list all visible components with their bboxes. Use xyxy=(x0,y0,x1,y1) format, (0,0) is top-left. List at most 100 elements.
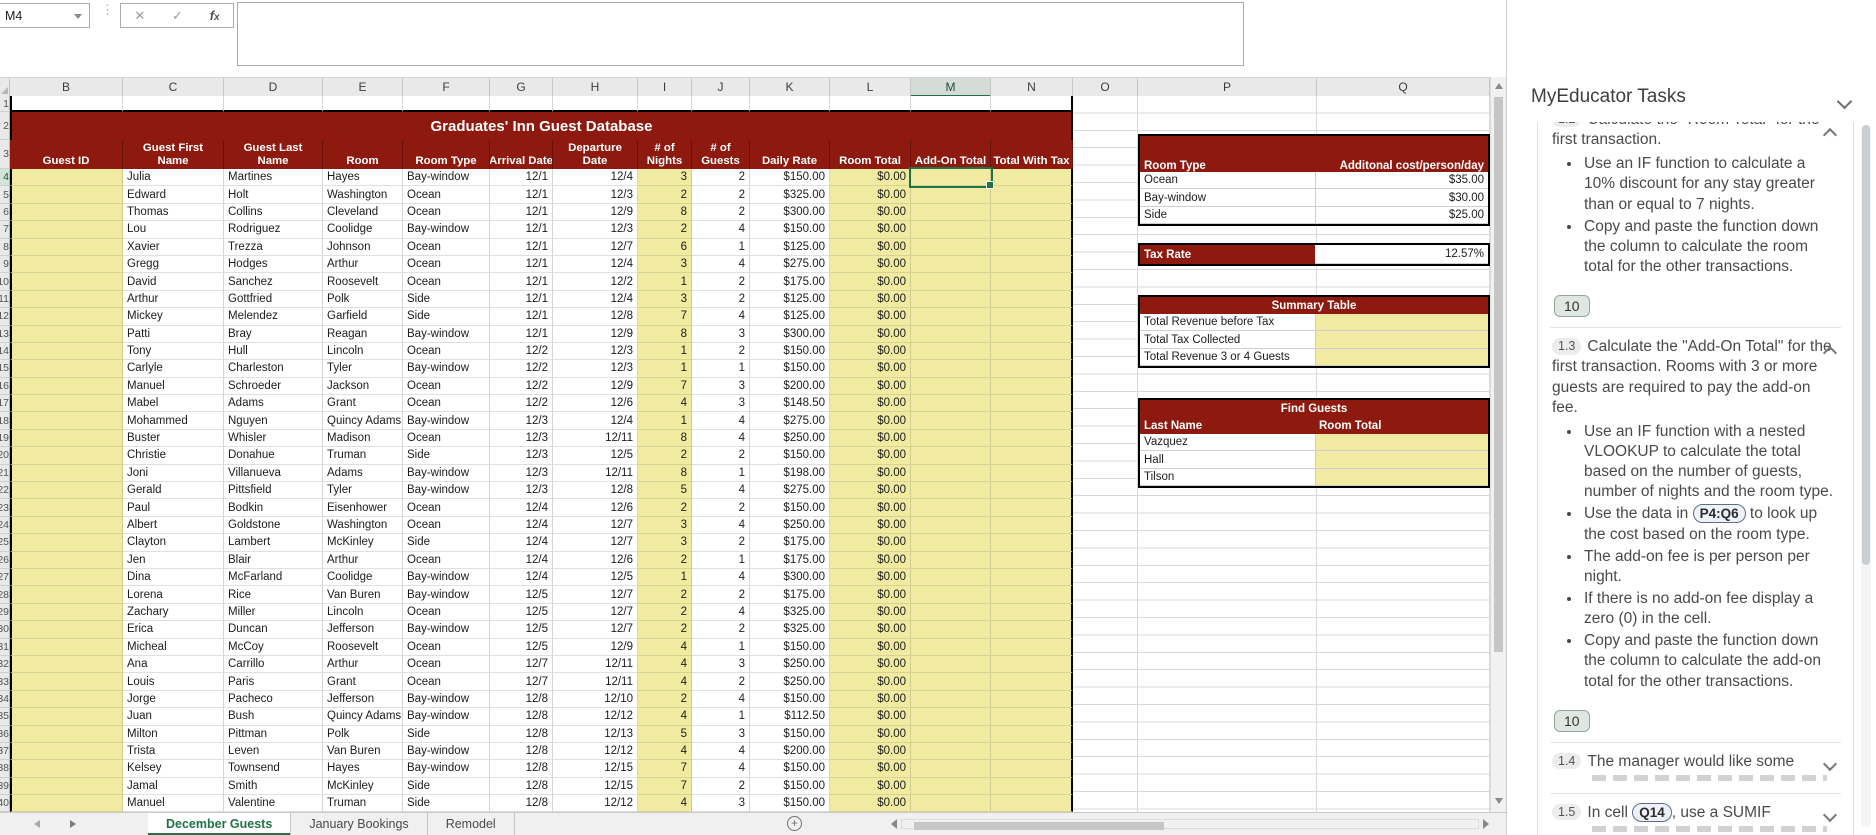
cell[interactable]: $275.00 xyxy=(750,255,830,274)
cell[interactable]: Adams xyxy=(224,395,323,413)
cell[interactable]: $0.00 xyxy=(830,568,911,587)
cell[interactable]: 12/5 xyxy=(490,603,553,622)
cell[interactable]: Roosevelt xyxy=(323,638,403,656)
cell[interactable]: Xavier xyxy=(123,238,224,256)
cell[interactable]: Ocean xyxy=(403,238,490,256)
cell[interactable] xyxy=(10,638,123,656)
cell[interactable]: $150.00 xyxy=(750,638,830,656)
horizontal-scroll-track[interactable] xyxy=(901,819,1479,830)
cell[interactable]: Arthur xyxy=(323,255,403,274)
cell[interactable]: 12/8 xyxy=(490,742,553,761)
cell[interactable]: 12/6 xyxy=(553,499,638,517)
cell[interactable] xyxy=(991,186,1073,204)
column-header-J[interactable]: J xyxy=(692,78,750,97)
cell[interactable]: 12/1 xyxy=(490,325,553,343)
cell[interactable] xyxy=(10,621,123,639)
cell[interactable]: 12/3 xyxy=(490,429,553,448)
row-header-17[interactable]: 17 xyxy=(0,395,10,413)
cell[interactable]: 2 xyxy=(692,586,750,604)
row-header-26[interactable]: 26 xyxy=(0,551,10,569)
cell[interactable]: Eisenhower xyxy=(323,499,403,517)
cell[interactable]: 12/9 xyxy=(553,203,638,222)
cell[interactable] xyxy=(991,360,1073,378)
cell[interactable] xyxy=(991,621,1073,639)
cell[interactable]: Arthur xyxy=(323,551,403,569)
cell[interactable]: 12/4 xyxy=(490,568,553,587)
cell[interactable]: Quincy Adams xyxy=(323,412,403,430)
row-header-18[interactable]: 18 xyxy=(0,412,10,430)
cell[interactable]: 2 xyxy=(692,342,750,361)
cell[interactable]: Madison xyxy=(323,429,403,448)
cell[interactable] xyxy=(911,586,991,604)
cell[interactable]: 12/11 xyxy=(553,429,638,448)
cell[interactable]: 4 xyxy=(638,795,692,813)
cell[interactable]: 4 xyxy=(638,742,692,761)
cell[interactable]: $275.00 xyxy=(750,482,830,500)
cell[interactable]: Leven xyxy=(224,742,323,761)
cell[interactable]: Bay-window xyxy=(403,482,490,500)
cell[interactable] xyxy=(692,96,750,112)
cell[interactable] xyxy=(911,655,991,674)
cell[interactable]: McKinley xyxy=(323,534,403,552)
cell[interactable]: Collins xyxy=(224,203,323,222)
cell[interactable]: 12/1 xyxy=(490,238,553,256)
cell[interactable]: Trista xyxy=(123,742,224,761)
scroll-down-icon[interactable] xyxy=(1495,798,1503,804)
column-header-F[interactable]: F xyxy=(403,78,490,97)
cell[interactable] xyxy=(10,238,123,256)
cell[interactable]: Nguyen xyxy=(224,412,323,430)
cell[interactable] xyxy=(911,638,991,656)
cell[interactable]: $198.00 xyxy=(750,464,830,483)
cell[interactable]: $325.00 xyxy=(750,603,830,622)
cell[interactable]: 12/9 xyxy=(553,638,638,656)
cell[interactable] xyxy=(991,429,1073,448)
cell[interactable]: 12/1 xyxy=(490,221,553,239)
cell[interactable] xyxy=(911,603,991,622)
column-header-P[interactable]: P xyxy=(1138,78,1317,97)
cell[interactable] xyxy=(991,708,1073,726)
cell[interactable] xyxy=(991,777,1073,796)
row-header-28[interactable]: 28 xyxy=(0,586,10,604)
cell[interactable]: $0.00 xyxy=(830,742,911,761)
cell[interactable]: $0.00 xyxy=(830,655,911,674)
cell[interactable]: 4 xyxy=(692,221,750,239)
row-header-20[interactable]: 20 xyxy=(0,447,10,465)
cell[interactable]: 12/9 xyxy=(553,377,638,396)
cell[interactable]: Goldstone xyxy=(224,516,323,535)
cell[interactable]: 1 xyxy=(692,708,750,726)
row-header-1[interactable]: 1 xyxy=(0,96,10,112)
cell[interactable]: 3 xyxy=(692,725,750,743)
cell[interactable] xyxy=(911,708,991,726)
cell[interactable]: $0.00 xyxy=(830,325,911,343)
cell[interactable] xyxy=(991,742,1073,761)
cell[interactable]: Bay-window xyxy=(403,742,490,761)
cell[interactable]: 12/7 xyxy=(553,516,638,535)
cell[interactable]: 3 xyxy=(692,795,750,813)
cell[interactable]: David xyxy=(123,273,224,291)
cell[interactable]: Quincy Adams xyxy=(323,708,403,726)
cell[interactable]: $175.00 xyxy=(750,551,830,569)
cell[interactable]: 4 xyxy=(692,690,750,709)
cell[interactable]: 12/6 xyxy=(553,395,638,413)
row-header-38[interactable]: 38 xyxy=(0,760,10,778)
cell[interactable]: 12/7 xyxy=(553,238,638,256)
cell[interactable] xyxy=(911,290,991,309)
cell[interactable]: Pittsfield xyxy=(224,482,323,500)
cell[interactable]: 12/5 xyxy=(553,568,638,587)
cell[interactable]: Christie xyxy=(123,447,224,465)
cell[interactable] xyxy=(10,655,123,674)
cell[interactable]: Bay-window xyxy=(403,464,490,483)
cell[interactable] xyxy=(991,534,1073,552)
cell[interactable] xyxy=(10,429,123,448)
cell[interactable]: $0.00 xyxy=(830,342,911,361)
cell[interactable] xyxy=(991,725,1073,743)
cell[interactable]: Bay-window xyxy=(403,621,490,639)
cell[interactable] xyxy=(911,96,991,112)
cell[interactable] xyxy=(10,777,123,796)
cell[interactable] xyxy=(10,290,123,309)
cell[interactable]: Louis xyxy=(123,673,224,691)
cell[interactable]: 3 xyxy=(638,516,692,535)
row-header-23[interactable]: 23 xyxy=(0,499,10,517)
cell[interactable]: $150.00 xyxy=(750,795,830,813)
row-header-24[interactable]: 24 xyxy=(0,516,10,535)
